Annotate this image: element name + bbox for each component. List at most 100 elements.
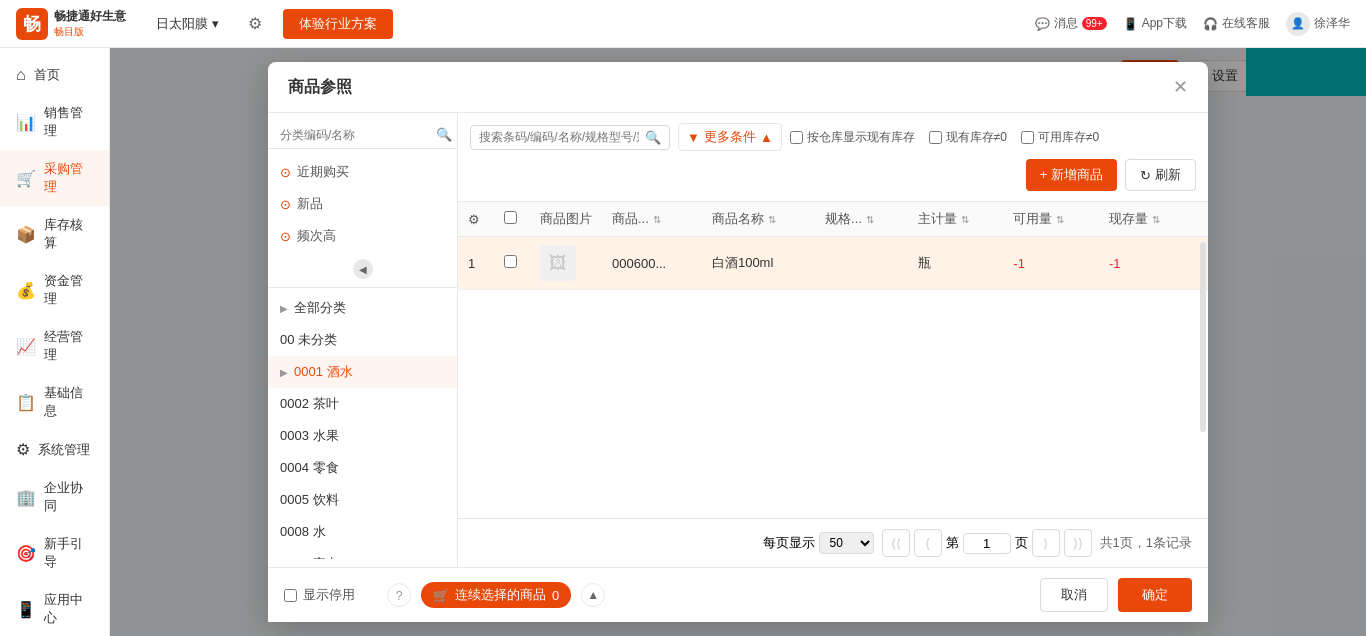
sidebar-item-app-center[interactable]: 📱 应用中心: [0, 581, 109, 636]
page-input[interactable]: [963, 533, 1011, 554]
sidebar-item-sales[interactable]: 📊 销售管理: [0, 94, 109, 150]
modal-close-button[interactable]: ✕: [1173, 76, 1188, 98]
row-checkbox[interactable]: [504, 255, 517, 268]
cat-item-tea[interactable]: 0002 茶叶: [268, 388, 457, 420]
col-stock-sort[interactable]: 现存量⇅: [1109, 210, 1188, 228]
sidebar-item-operations[interactable]: 📈 经营管理: [0, 318, 109, 374]
sidebar-item-system[interactable]: ⚙ 系统管理: [0, 430, 109, 469]
sidebar-item-label: 基础信息: [44, 384, 93, 420]
quick-item-recent[interactable]: ⊙ 近期购买: [268, 157, 457, 187]
cell-unit: 瓶: [908, 237, 1004, 290]
prev-page-button[interactable]: ⟨: [914, 529, 942, 557]
cat-item-water[interactable]: 0008 水: [268, 516, 457, 548]
category-search-icon[interactable]: 🔍: [436, 127, 452, 142]
product-table: ⚙ 商品图片 商品...⇅: [458, 202, 1208, 290]
scrollbar[interactable]: [1200, 242, 1206, 432]
operations-icon: 📈: [16, 337, 36, 356]
cell-name: 白酒100ml: [702, 237, 815, 290]
col-settings: ⚙: [458, 202, 494, 237]
sidebar-item-basic-info[interactable]: 📋 基础信息: [0, 374, 109, 430]
sidebar-item-label: 新手引导: [44, 535, 93, 571]
checkbox-usable-ne0-label[interactable]: 可用库存≠0: [1021, 129, 1099, 146]
cell-index: 1: [458, 237, 494, 290]
chevron-up-icon: ▲: [760, 130, 773, 145]
page-size-select[interactable]: 10 20 50 100: [819, 532, 874, 554]
cat-label: 全部分类: [294, 299, 346, 317]
sort-icon: ⇅: [866, 214, 874, 225]
cat-item-fruit[interactable]: 0003 水果: [268, 420, 457, 452]
next-page-button[interactable]: ⟩: [1032, 529, 1060, 557]
headset-icon: 🎧: [1203, 17, 1218, 31]
quick-item-frequent[interactable]: ⊙ 频次高: [268, 221, 457, 251]
col-available: 可用量⇅: [1003, 202, 1099, 237]
app-download-item[interactable]: 📱 App下载: [1123, 15, 1187, 32]
filter-checkboxes: 按仓库显示现有库存 现有库存≠0 可用库存≠0: [790, 129, 1100, 146]
user-avatar[interactable]: 👤 徐泽华: [1286, 12, 1350, 36]
cat-item-drinks[interactable]: 0005 饮料: [268, 484, 457, 516]
quick-item-new[interactable]: ⊙ 新品: [268, 189, 457, 219]
quick-item-label: 新品: [297, 195, 323, 213]
table-row[interactable]: 1 🖼 000600... 白酒100ml: [458, 237, 1208, 290]
sidebar-item-finance[interactable]: 💰 资金管理: [0, 262, 109, 318]
search-icon[interactable]: 🔍: [645, 130, 661, 145]
cat-item-snacks[interactable]: 0004 零食: [268, 452, 457, 484]
col-name-sort[interactable]: 商品名称⇅: [712, 210, 805, 228]
notification-item[interactable]: 💬 消息 99+: [1035, 15, 1107, 32]
product-image: 🖼: [540, 245, 576, 281]
cart-badge[interactable]: 🛒 连续选择的商品 0: [421, 582, 571, 608]
table-settings-icon[interactable]: ⚙: [468, 212, 480, 227]
more-filters-button[interactable]: ▼ 更多条件 ▲: [678, 123, 782, 151]
category-search-input[interactable]: [280, 128, 430, 142]
add-product-button[interactable]: + 新增商品: [1026, 159, 1117, 191]
sidebar-item-home[interactable]: ⌂ 首页: [0, 56, 109, 94]
cat-item-appliances[interactable]: 0010 家电: [268, 548, 457, 559]
cat-label: 00 未分类: [280, 331, 337, 349]
cancel-button[interactable]: 取消: [1040, 578, 1108, 612]
refresh-button[interactable]: ↻ 刷新: [1125, 159, 1196, 191]
cat-label: 0003 水果: [280, 427, 339, 445]
cat-item-all[interactable]: ▶ 全部分类: [268, 292, 457, 324]
help-icon[interactable]: ?: [387, 583, 411, 607]
modal-toolbar: 🔍 ▼ 更多条件 ▲ 按仓库显示现有库存: [458, 113, 1208, 202]
modal-footer: 显示停用 ? 🛒 连续选择的商品 0 ▲ 取消 确定: [268, 567, 1208, 622]
select-all-checkbox[interactable]: [504, 211, 517, 224]
product-search-input[interactable]: [479, 130, 639, 144]
collapse-footer-button[interactable]: ▲: [581, 583, 605, 607]
settings-icon[interactable]: ⚙: [239, 8, 271, 40]
checkbox-warehouse[interactable]: [790, 131, 803, 144]
sidebar-item-purchase[interactable]: 🛒 采购管理: [0, 150, 109, 206]
checkbox-stock-ne0[interactable]: [929, 131, 942, 144]
online-service-item[interactable]: 🎧 在线客服: [1203, 15, 1270, 32]
col-unit-sort[interactable]: 主计量⇅: [918, 210, 994, 228]
sidebar-item-label: 首页: [34, 66, 60, 84]
logo-text: 畅捷通好生意 畅目版: [54, 8, 126, 39]
sidebar-item-guide[interactable]: 🎯 新手引导: [0, 525, 109, 581]
collapse-panel-button[interactable]: ◀: [353, 259, 373, 279]
checkbox-usable-ne0[interactable]: [1021, 131, 1034, 144]
page-label: 第: [946, 534, 959, 552]
cart-icon: 🛒: [433, 588, 449, 603]
confirm-button[interactable]: 确定: [1118, 578, 1192, 612]
sidebar-item-label: 采购管理: [44, 160, 93, 196]
last-page-button[interactable]: ⟩⟩: [1064, 529, 1092, 557]
col-available-sort[interactable]: 可用量⇅: [1013, 210, 1089, 228]
page-total-info: 共1页，1条记录: [1100, 534, 1192, 552]
col-spec-sort[interactable]: 规格...⇅: [825, 210, 898, 228]
checkbox-stock-ne0-label[interactable]: 现有库存≠0: [929, 129, 1007, 146]
cat-item-unclassified[interactable]: 00 未分类: [268, 324, 457, 356]
sidebar-item-inventory[interactable]: 📦 库存核算: [0, 206, 109, 262]
cat-item-liquor[interactable]: ▶ 0001 酒水: [268, 356, 457, 388]
sidebar-item-collab[interactable]: 🏢 企业协同: [0, 469, 109, 525]
store-selector[interactable]: 日太阳膜 ▾: [148, 11, 227, 37]
experience-button[interactable]: 体验行业方案: [283, 9, 393, 39]
display-disabled-label[interactable]: 显示停用: [284, 586, 355, 604]
modal-header: 商品参照 ✕: [268, 62, 1208, 113]
first-page-button[interactable]: ⟨⟨: [882, 529, 910, 557]
finance-icon: 💰: [16, 281, 36, 300]
display-disabled-checkbox[interactable]: [284, 589, 297, 602]
col-code-sort[interactable]: 商品...⇅: [612, 210, 692, 228]
modal-title: 商品参照: [288, 77, 352, 98]
checkbox-warehouse-label[interactable]: 按仓库显示现有库存: [790, 129, 915, 146]
cell-available: -1: [1003, 237, 1099, 290]
quick-item-label: 频次高: [297, 227, 336, 245]
